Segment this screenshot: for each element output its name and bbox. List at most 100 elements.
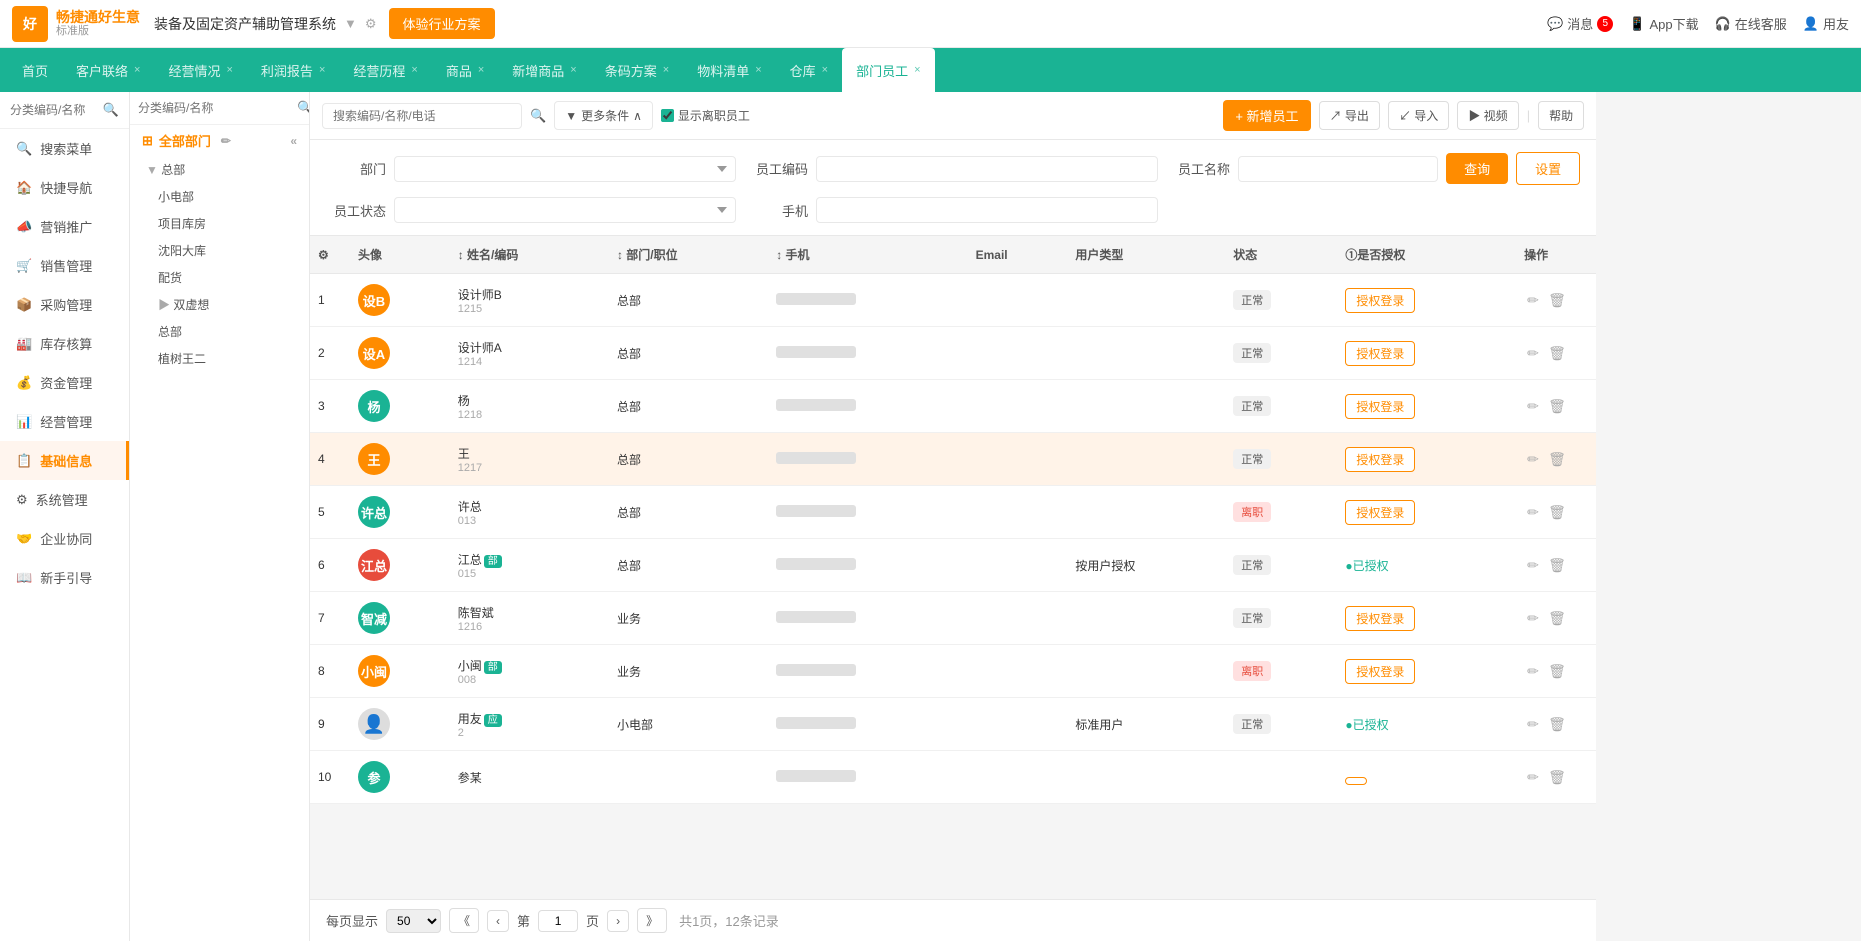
tab-customer[interactable]: 客户联络 × [62,48,154,92]
dept-node-shenyang[interactable]: 沈阳大库 [130,237,309,264]
auth-btn[interactable]: 授权登录 [1345,659,1415,684]
tab-close[interactable]: × [822,64,828,76]
auth-btn[interactable]: 授权登录 [1345,606,1415,631]
row-auth[interactable]: ●已授权 [1337,539,1516,592]
sidebar-item-basic-info[interactable]: 📋 基础信息 [0,441,129,480]
edit-icon[interactable]: ✏ [1527,504,1539,520]
tab-close[interactable]: × [755,64,761,76]
tab-close[interactable]: × [663,64,669,76]
delete-icon[interactable]: 🗑 [1548,769,1566,785]
all-dept-item[interactable]: ⊞ 全部部门 ✏ « [130,125,309,156]
search-icon[interactable]: 🔍 [530,108,546,124]
online-service-item[interactable]: 🎧 在线客服 [1715,14,1787,33]
messages-item[interactable]: 💬 消息 5 [1547,14,1613,33]
set-button[interactable]: 设置 [1516,152,1580,185]
auth-btn[interactable]: 授权登录 [1345,447,1415,472]
collapse-icon[interactable]: « [290,134,297,148]
sidebar-item-finance[interactable]: 💰 资金管理 [0,363,129,402]
tab-warehouse[interactable]: 仓库 × [776,48,842,92]
tab-home[interactable]: 首页 [8,48,62,92]
tab-history[interactable]: 经营历程 × [339,48,431,92]
view-btn[interactable]: ▶ 视频 [1457,101,1518,130]
row-auth[interactable] [1337,751,1516,804]
sidebar-item-sales[interactable]: 🛒 销售管理 [0,246,129,285]
edit-icon[interactable]: ✏ [1527,610,1539,626]
edit-dept-icon[interactable]: ✏ [221,134,231,148]
dept-node-peihuo[interactable]: 配货 [130,264,309,291]
dept-node-general[interactable]: ▼ 总部 [130,156,309,183]
delete-icon[interactable]: 🗑 [1548,345,1566,361]
page-input[interactable] [538,910,578,932]
edit-icon[interactable]: ✏ [1527,398,1539,414]
next-page-btn[interactable]: › [607,910,629,932]
tab-dept-employee[interactable]: 部门员工 × [842,48,934,92]
delete-icon[interactable]: 🗑 [1548,292,1566,308]
help-btn[interactable]: 帮助 [1538,101,1584,130]
app-download-item[interactable]: 📱 App下载 [1629,14,1698,33]
export-btn[interactable]: ↗ 导出 [1319,101,1380,130]
dept-node-zongbu[interactable]: 总部 [130,318,309,345]
row-auth[interactable]: 授权登录 [1337,433,1516,486]
employee-code-input[interactable] [816,156,1158,182]
row-auth[interactable]: 授权登录 [1337,274,1516,327]
row-auth[interactable]: 授权登录 [1337,486,1516,539]
edit-icon[interactable]: ✏ [1527,345,1539,361]
sidebar-item-marketing[interactable]: 📣 营销推广 [0,207,129,246]
auth-btn[interactable]: 授权登录 [1345,394,1415,419]
sidebar-item-guide[interactable]: 📖 新手引导 [0,558,129,597]
tab-close[interactable]: × [226,64,232,76]
tab-goods[interactable]: 商品 × [432,48,498,92]
sidebar-item-operations[interactable]: 📊 经营管理 [0,402,129,441]
edit-icon[interactable]: ✏ [1527,716,1539,732]
delete-icon[interactable]: 🗑 [1548,663,1566,679]
dropdown-icon[interactable]: ▼ [344,16,357,31]
delete-icon[interactable]: 🗑 [1548,451,1566,467]
tab-bom[interactable]: 物料清单 × [683,48,775,92]
tab-close[interactable]: × [570,64,576,76]
tab-close[interactable]: × [914,64,920,76]
dept-node-project[interactable]: 项目库房 [130,210,309,237]
row-auth[interactable]: ●已授权 [1337,698,1516,751]
edit-icon[interactable]: ✏ [1527,292,1539,308]
delete-icon[interactable]: 🗑 [1548,398,1566,414]
col-settings[interactable]: ⚙ [310,236,350,274]
query-button[interactable]: 查询 [1446,153,1508,184]
dept-node-zhishu[interactable]: 植树王二 [130,345,309,372]
edit-icon[interactable]: ✏ [1527,451,1539,467]
sidebar-item-system[interactable]: ⚙ 系统管理 [0,480,129,519]
tab-profit[interactable]: 利润报告 × [247,48,339,92]
settings-icon[interactable]: ⚙ [365,16,377,32]
row-auth[interactable]: 授权登录 [1337,592,1516,645]
add-employee-btn[interactable]: + 新增员工 [1223,100,1310,131]
tab-close[interactable]: × [411,64,417,76]
import-btn[interactable]: ↙ 导入 [1388,101,1449,130]
tab-business[interactable]: 经营情况 × [154,48,246,92]
last-page-btn[interactable]: 》 [637,908,667,933]
sidebar-item-collab[interactable]: 🤝 企业协同 [0,519,129,558]
employee-name-input[interactable] [1238,156,1438,182]
tab-new-goods[interactable]: 新增商品 × [498,48,590,92]
search-input[interactable] [322,103,522,129]
row-auth[interactable]: 授权登录 [1337,327,1516,380]
more-conditions-btn[interactable]: ▼ 更多条件 ∧ [554,101,653,130]
dept-node-shuangxuxiang[interactable]: ▶ 双虚想 [130,291,309,318]
tab-close[interactable]: × [134,64,140,76]
edit-icon[interactable]: ✏ [1527,663,1539,679]
sidebar-item-purchase[interactable]: 📦 采购管理 [0,285,129,324]
tab-close[interactable]: × [478,64,484,76]
tab-barcode[interactable]: 条码方案 × [591,48,683,92]
show-resigned-checkbox[interactable] [661,109,674,122]
dept-node-xiaodibu[interactable]: 小电部 [130,183,309,210]
delete-icon[interactable]: 🗑 [1548,610,1566,626]
sidebar-item-inventory[interactable]: 🏭 库存核算 [0,324,129,363]
auth-btn[interactable] [1345,777,1367,785]
edit-icon[interactable]: ✏ [1527,557,1539,573]
sidebar-search-input[interactable] [10,103,97,117]
delete-icon[interactable]: 🗑 [1548,557,1566,573]
user-item[interactable]: 👤 用友 [1803,14,1849,33]
first-page-btn[interactable]: 《 [449,908,479,933]
auth-btn[interactable]: 授权登录 [1345,288,1415,313]
row-auth[interactable]: 授权登录 [1337,645,1516,698]
phone-input[interactable] [816,197,1158,223]
per-page-select[interactable]: 50 100 200 [386,909,441,933]
